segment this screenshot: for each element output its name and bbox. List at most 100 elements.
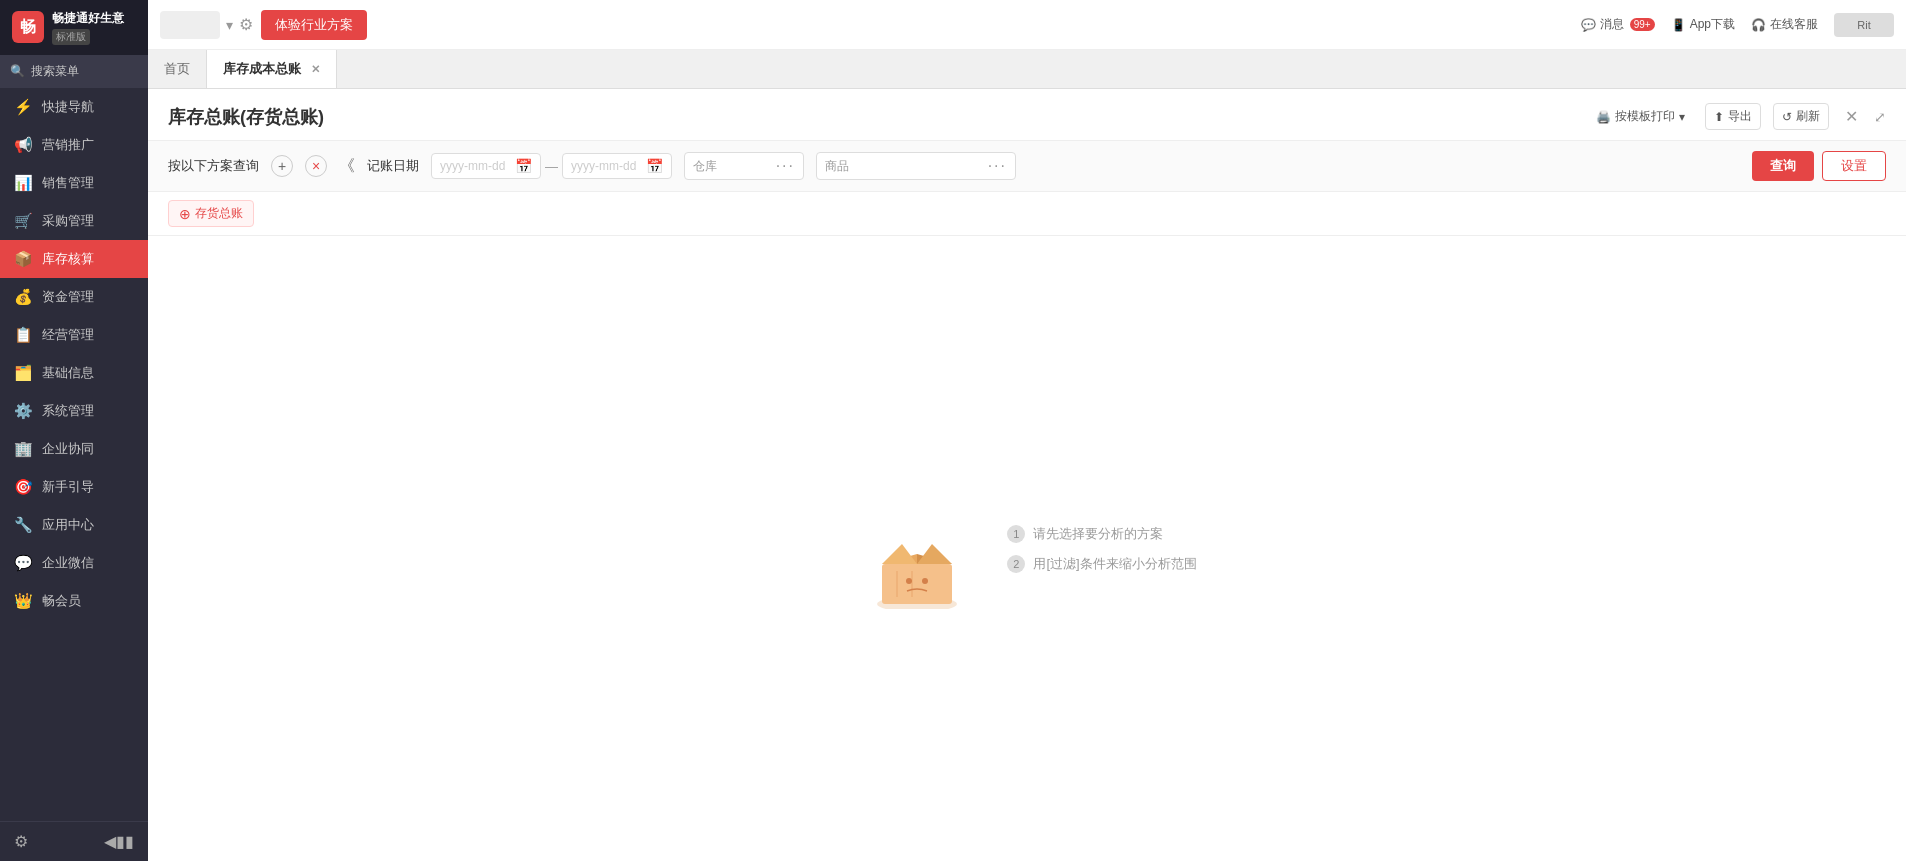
sidebar-item-system[interactable]: ⚙️ 系统管理 bbox=[0, 392, 148, 430]
inventory-icon: 📦 bbox=[14, 250, 32, 268]
sidebar-item-app-center[interactable]: 🔧 应用中心 bbox=[0, 506, 148, 544]
search-icon: 🔍 bbox=[10, 64, 25, 78]
sidebar-item-basic-info[interactable]: 🗂️ 基础信息 bbox=[0, 354, 148, 392]
calendar-end-icon: 📅 bbox=[646, 158, 663, 174]
refresh-btn[interactable]: ↺ 刷新 bbox=[1773, 103, 1829, 130]
scheme-item-inventory[interactable]: ⊕ 存货总账 bbox=[168, 200, 254, 227]
topbar-app-download[interactable]: 📱 App下载 bbox=[1671, 16, 1735, 33]
tab-close-icon[interactable]: ✕ bbox=[311, 63, 320, 76]
sidebar-item-operations[interactable]: 📋 经营管理 bbox=[0, 316, 148, 354]
warehouse-filter[interactable]: 仓库 ··· bbox=[684, 152, 804, 180]
sidebar-item-marketing[interactable]: 📢 营销推广 bbox=[0, 126, 148, 164]
sidebar-item-label: 畅会员 bbox=[42, 592, 81, 610]
system-icon: ⚙️ bbox=[14, 402, 32, 420]
sidebar-item-label: 销售管理 bbox=[42, 174, 94, 192]
brand-version: 标准版 bbox=[52, 29, 90, 45]
print-btn[interactable]: 🖨️ 按模板打印 ▾ bbox=[1588, 104, 1693, 129]
purchase-icon: 🛒 bbox=[14, 212, 32, 230]
app-center-icon: 🔧 bbox=[14, 516, 32, 534]
date-start-input[interactable]: yyyy-mm-dd 📅 bbox=[431, 153, 541, 179]
export-btn[interactable]: ⬆ 导出 bbox=[1705, 103, 1761, 130]
sidebar-item-vip[interactable]: 👑 畅会员 bbox=[0, 582, 148, 620]
sidebar-item-guide[interactable]: 🎯 新手引导 bbox=[0, 468, 148, 506]
filter-scheme: ⊕ 存货总账 bbox=[148, 192, 1906, 236]
sidebar-item-inventory[interactable]: 📦 库存核算 bbox=[0, 240, 148, 278]
main-area: ▾ ⚙ 体验行业方案 💬 消息 99+ 📱 App下载 🎧 在线客服 Rit bbox=[148, 0, 1906, 861]
close-panel-btn[interactable]: ✕ bbox=[1841, 103, 1862, 130]
svg-point-9 bbox=[922, 578, 928, 584]
sound-footer-icon[interactable]: ◀▮▮ bbox=[104, 832, 134, 851]
date-end-placeholder: yyyy-mm-dd bbox=[571, 159, 636, 173]
topbar-chevron-icon[interactable]: ▾ bbox=[226, 17, 233, 33]
topbar-online-service[interactable]: 🎧 在线客服 bbox=[1751, 16, 1818, 33]
empty-tips: 1 请先选择要分析的方案 2 用[过滤]条件来缩小分析范围 bbox=[1007, 525, 1196, 573]
export-icon: ⬆ bbox=[1714, 110, 1724, 124]
sidebar-item-purchase[interactable]: 🛒 采购管理 bbox=[0, 202, 148, 240]
tip-item-1: 1 请先选择要分析的方案 bbox=[1007, 525, 1196, 543]
topbar-avatar bbox=[160, 11, 220, 39]
svg-point-8 bbox=[906, 578, 912, 584]
date-range: yyyy-mm-dd 📅 — yyyy-mm-dd 📅 bbox=[431, 153, 672, 179]
sidebar-item-finance[interactable]: 💰 资金管理 bbox=[0, 278, 148, 316]
refresh-icon: ↺ bbox=[1782, 110, 1792, 124]
sidebar-item-wechat[interactable]: 💬 企业微信 bbox=[0, 544, 148, 582]
sidebar-item-label: 新手引导 bbox=[42, 478, 94, 496]
topbar-user-avatar[interactable]: Rit bbox=[1834, 13, 1894, 37]
sidebar-footer: ⚙ ◀▮▮ bbox=[0, 821, 148, 861]
sidebar-search[interactable]: 🔍 搜索菜单 bbox=[0, 55, 148, 88]
sidebar-item-label: 应用中心 bbox=[42, 516, 94, 534]
product-filter[interactable]: 商品 ··· bbox=[816, 152, 1016, 180]
headset-icon: 🎧 bbox=[1751, 18, 1766, 32]
query-btn[interactable]: 查询 bbox=[1752, 151, 1814, 181]
msg-badge: 99+ bbox=[1630, 18, 1655, 31]
filter-clear-btn[interactable]: × bbox=[305, 155, 327, 177]
sidebar-item-label: 企业协同 bbox=[42, 440, 94, 458]
export-label: 导出 bbox=[1728, 108, 1752, 125]
sidebar: 畅 畅捷通好生意 标准版 🔍 搜索菜单 ⚡ 快捷导航 📢 营销推广 📊 销售管理… bbox=[0, 0, 148, 861]
sidebar-item-label: 资金管理 bbox=[42, 288, 94, 306]
sidebar-logo: 畅 畅捷通好生意 标准版 bbox=[0, 0, 148, 55]
vip-icon: 👑 bbox=[14, 592, 32, 610]
tip-text-1: 请先选择要分析的方案 bbox=[1033, 525, 1163, 543]
sidebar-item-label: 经营管理 bbox=[42, 326, 94, 344]
industry-btn[interactable]: 体验行业方案 bbox=[261, 10, 367, 40]
basic-info-icon: 🗂️ bbox=[14, 364, 32, 382]
sidebar-search-label: 搜索菜单 bbox=[31, 63, 79, 80]
sidebar-item-quick-nav[interactable]: ⚡ 快捷导航 bbox=[0, 88, 148, 126]
svg-marker-4 bbox=[882, 544, 917, 564]
topbar-left: ▾ ⚙ bbox=[160, 11, 253, 39]
tab-home[interactable]: 首页 bbox=[148, 50, 207, 88]
date-separator: — bbox=[545, 159, 558, 174]
operations-icon: 📋 bbox=[14, 326, 32, 344]
filter-collapse-icon[interactable]: 《 bbox=[339, 156, 355, 177]
sidebar-item-label: 营销推广 bbox=[42, 136, 94, 154]
sidebar-item-sales[interactable]: 📊 销售管理 bbox=[0, 164, 148, 202]
tip-item-2: 2 用[过滤]条件来缩小分析范围 bbox=[1007, 555, 1196, 573]
msg-label: 消息 bbox=[1600, 16, 1624, 33]
tab-home-label: 首页 bbox=[164, 60, 190, 78]
svg-rect-1 bbox=[882, 564, 952, 604]
quick-nav-icon: ⚡ bbox=[14, 98, 32, 116]
message-icon: 💬 bbox=[1581, 18, 1596, 32]
page-actions: 🖨️ 按模板打印 ▾ ⬆ 导出 ↺ 刷新 ✕ ⤢ bbox=[1588, 103, 1886, 130]
expand-icon[interactable]: ⤢ bbox=[1874, 109, 1886, 125]
product-more-icon: ··· bbox=[988, 157, 1007, 175]
filter-add-btn[interactable]: + bbox=[271, 155, 293, 177]
sidebar-item-label: 系统管理 bbox=[42, 402, 94, 420]
topbar-messages[interactable]: 💬 消息 99+ bbox=[1581, 16, 1655, 33]
date-end-input[interactable]: yyyy-mm-dd 📅 bbox=[562, 153, 672, 179]
finance-icon: 💰 bbox=[14, 288, 32, 306]
empty-state: 1 请先选择要分析的方案 2 用[过滤]条件来缩小分析范围 bbox=[148, 236, 1906, 861]
filter-label: 按以下方案查询 bbox=[168, 157, 259, 175]
logo-text: 畅捷通好生意 标准版 bbox=[52, 10, 124, 45]
settings-footer-icon[interactable]: ⚙ bbox=[14, 832, 28, 851]
topbar-gear-icon[interactable]: ⚙ bbox=[239, 15, 253, 34]
tab-inventory-ledger[interactable]: 库存成本总账 ✕ bbox=[207, 50, 337, 88]
sidebar-item-enterprise[interactable]: 🏢 企业协同 bbox=[0, 430, 148, 468]
warehouse-label: 仓库 bbox=[693, 158, 717, 175]
topbar: ▾ ⚙ 体验行业方案 💬 消息 99+ 📱 App下载 🎧 在线客服 Rit bbox=[148, 0, 1906, 50]
settings-btn[interactable]: 设置 bbox=[1822, 151, 1886, 181]
logo-icon: 畅 bbox=[12, 11, 44, 43]
sidebar-item-label: 基础信息 bbox=[42, 364, 94, 382]
service-label: 在线客服 bbox=[1770, 16, 1818, 33]
